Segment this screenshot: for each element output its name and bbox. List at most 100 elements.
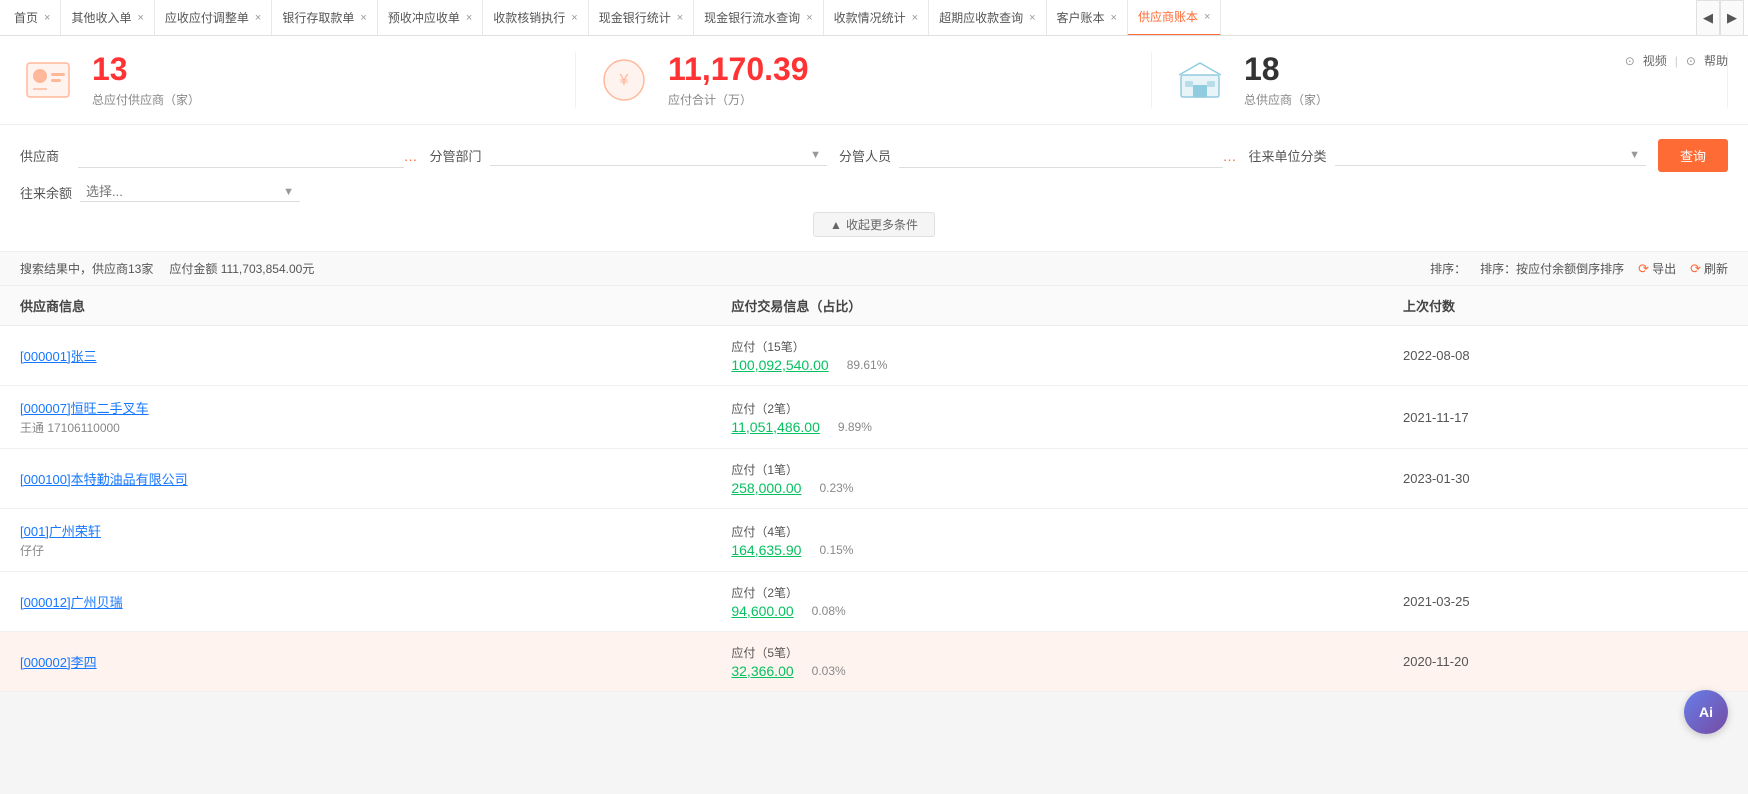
transaction-info-cell: 应付（2笔） 94,600.00 0.08% (711, 572, 1383, 632)
person-filter-input[interactable] (899, 144, 1222, 168)
amount-link[interactable]: 32,366.00 (731, 663, 793, 679)
last-payment-date: 2021-03-25 (1403, 594, 1470, 609)
person-ellipsis-btn[interactable]: … (1223, 148, 1237, 164)
dept-filter-label: 分管部门 (430, 146, 482, 165)
result-amount-text: 应付金额 111,703,854.00元 (169, 260, 314, 277)
help-link[interactable]: 帮助 (1704, 52, 1728, 69)
supplier-link[interactable]: [000007]恒旺二手叉车 (20, 401, 149, 416)
filter-dept: 分管部门 ▼ (430, 146, 828, 166)
last-payment-cell: 2021-11-17 (1383, 386, 1748, 449)
supplier-link[interactable]: [000012]广州贝瑞 (20, 595, 123, 610)
transaction-info-cell: 应付（5笔） 32,366.00 0.03% (711, 632, 1383, 692)
percent-text: 89.61% (837, 358, 888, 372)
supplier-link[interactable]: [000002]李四 (20, 655, 97, 670)
table-row: [000100]本特勤油品有限公司 应付（1笔） 258,000.00 0.23… (0, 449, 1748, 509)
nav-tab-home-label: 首页 (14, 9, 38, 26)
supplier-info-cell: [000002]李四 (0, 632, 711, 692)
person-filter-label: 分管人员 (839, 146, 891, 165)
nav-tab-ar-ap-adjust[interactable]: 应收应付调整单 × (155, 0, 272, 36)
col-supplier-info: 供应商信息 (0, 286, 711, 326)
amount-link[interactable]: 100,092,540.00 (731, 357, 828, 373)
supplier-sub: 仔仔 (20, 542, 691, 559)
table-row: [000012]广州贝瑞 应付（2笔） 94,600.00 0.08% 2021… (0, 572, 1748, 632)
nav-tab-cash-bank-stat-label: 现金银行统计 (599, 9, 671, 26)
nav-tab-home-close[interactable]: × (44, 12, 50, 24)
nav-tab-customer-book-close[interactable]: × (1111, 12, 1117, 24)
nav-tab-bank-deposit-label: 银行存取款单 (282, 9, 354, 26)
summary-bar: 13 总应付供应商（家） ¥ 11,170.39 应付合计（万） (0, 36, 1748, 125)
transaction-info-cell: 应付（4笔） 164,635.90 0.15% (711, 509, 1383, 572)
transaction-label: 应付（2笔） (731, 584, 1363, 601)
supplier-link[interactable]: [000100]本特勤油品有限公司 (20, 472, 188, 487)
nav-tab-collect-stat-close[interactable]: × (912, 12, 918, 24)
export-link[interactable]: ⟳ 导出 (1638, 260, 1676, 277)
transaction-label: 应付（1笔） (731, 461, 1363, 478)
nav-tab-payment-verify-label: 收款核销执行 (493, 9, 565, 26)
last-payment-cell (1383, 509, 1748, 572)
nav-tab-home[interactable]: 首页 × (4, 0, 61, 36)
nav-arrow-left[interactable]: ◀ (1696, 0, 1720, 36)
supplier-link[interactable]: [000001]张三 (20, 349, 97, 364)
nav-tab-cash-bank-flow-close[interactable]: × (806, 12, 812, 24)
nav-tab-other-income[interactable]: 其他收入单 × (61, 0, 154, 36)
search-button[interactable]: 查询 (1658, 139, 1728, 172)
nav-tab-payment-verify-close[interactable]: × (571, 12, 577, 24)
balance-dropdown-icon[interactable]: ▼ (283, 186, 294, 198)
category-dropdown-icon[interactable]: ▼ (1629, 149, 1640, 161)
nav-tab-pre-collect-close[interactable]: × (466, 12, 472, 24)
supplier-ellipsis-btn[interactable]: … (404, 148, 418, 164)
nav-tab-ar-ap-adjust-close[interactable]: × (255, 12, 261, 24)
nav-tab-cash-bank-flow-label: 现金银行流水查询 (704, 9, 800, 26)
amount-link[interactable]: 11,051,486.00 (731, 419, 820, 435)
col-last-payment: 上次付数 (1383, 286, 1748, 326)
sort-value[interactable]: 排序：按应付余额倒序排序 (1480, 260, 1624, 277)
nav-tab-pre-collect[interactable]: 预收冲应收单 × (378, 0, 483, 36)
amount-link[interactable]: 94,600.00 (731, 603, 793, 619)
dept-dropdown-icon[interactable]: ▼ (810, 149, 821, 161)
sort-label: 排序： (1430, 260, 1466, 277)
nav-tab-cash-bank-stat[interactable]: 现金银行统计 × (589, 0, 694, 36)
summary-icon-payable (20, 52, 76, 108)
supplier-link[interactable]: [001]广州荣轩 (20, 524, 101, 539)
refresh-label: 刷新 (1704, 260, 1728, 277)
ai-button[interactable]: Ai (1684, 690, 1728, 734)
filter-row-1: 供应商 … 分管部门 ▼ 分管人员 … 往来单位分类 ▼ 查询 (20, 139, 1728, 172)
table-body: [000001]张三 应付（15笔） 100,092,540.00 89.61%… (0, 326, 1748, 692)
dept-filter-input[interactable] (496, 148, 811, 163)
nav-tab-collect-stat[interactable]: 收款情况统计 × (824, 0, 929, 36)
result-bar-right: 排序： 排序：按应付余额倒序排序 ⟳ 导出 ⟳ 刷新 (1430, 260, 1728, 277)
refresh-link[interactable]: ⟳ 刷新 (1690, 260, 1728, 277)
percent-text: 0.23% (809, 481, 853, 495)
export-icon: ⟳ (1638, 261, 1649, 277)
nav-tab-cash-bank-stat-close[interactable]: × (677, 12, 683, 24)
nav-tab-supplier-book-close[interactable]: × (1204, 11, 1210, 23)
supplier-filter-input[interactable] (78, 144, 404, 168)
amount-link[interactable]: 164,635.90 (731, 542, 801, 558)
summary-item-payable-suppliers: 13 总应付供应商（家） (20, 52, 576, 108)
collapse-button[interactable]: ▲ 收起更多条件 (813, 212, 935, 237)
balance-filter-input[interactable] (86, 184, 283, 199)
nav-tab-overdue-ar-close[interactable]: × (1029, 12, 1035, 24)
nav-arrow-right[interactable]: ▶ (1720, 0, 1744, 36)
total-suppliers-label: 总供应商（家） (1244, 91, 1328, 108)
category-filter-input[interactable] (1341, 148, 1630, 163)
nav-tab-bank-deposit-close[interactable]: × (360, 12, 366, 24)
nav-tab-pre-collect-label: 预收冲应收单 (388, 9, 460, 26)
nav-arrows: ◀ ▶ (1696, 0, 1744, 36)
nav-tab-payment-verify[interactable]: 收款核销执行 × (483, 0, 588, 36)
video-link[interactable]: 视频 (1643, 52, 1667, 69)
nav-tab-overdue-ar-label: 超期应收款查询 (939, 9, 1023, 26)
filter-supplier: 供应商 … (20, 144, 418, 168)
supplier-info-cell: [000012]广州贝瑞 (0, 572, 711, 632)
supplier-info-cell: [001]广州荣轩 仔仔 (0, 509, 711, 572)
amount-link[interactable]: 258,000.00 (731, 480, 801, 496)
last-payment-date: 2020-11-20 (1403, 654, 1469, 669)
summary-icon-store (1172, 52, 1228, 108)
nav-tab-other-income-close[interactable]: × (137, 12, 143, 24)
nav-tab-customer-book[interactable]: 客户账本 × (1047, 0, 1128, 36)
transaction-label: 应付（15笔） (731, 338, 1363, 355)
nav-tab-overdue-ar[interactable]: 超期应收款查询 × (929, 0, 1046, 36)
nav-tab-bank-deposit[interactable]: 银行存取款单 × (272, 0, 377, 36)
nav-tab-supplier-book[interactable]: 供应商账本 × (1128, 0, 1221, 36)
nav-tab-cash-bank-flow[interactable]: 现金银行流水查询 × (694, 0, 823, 36)
